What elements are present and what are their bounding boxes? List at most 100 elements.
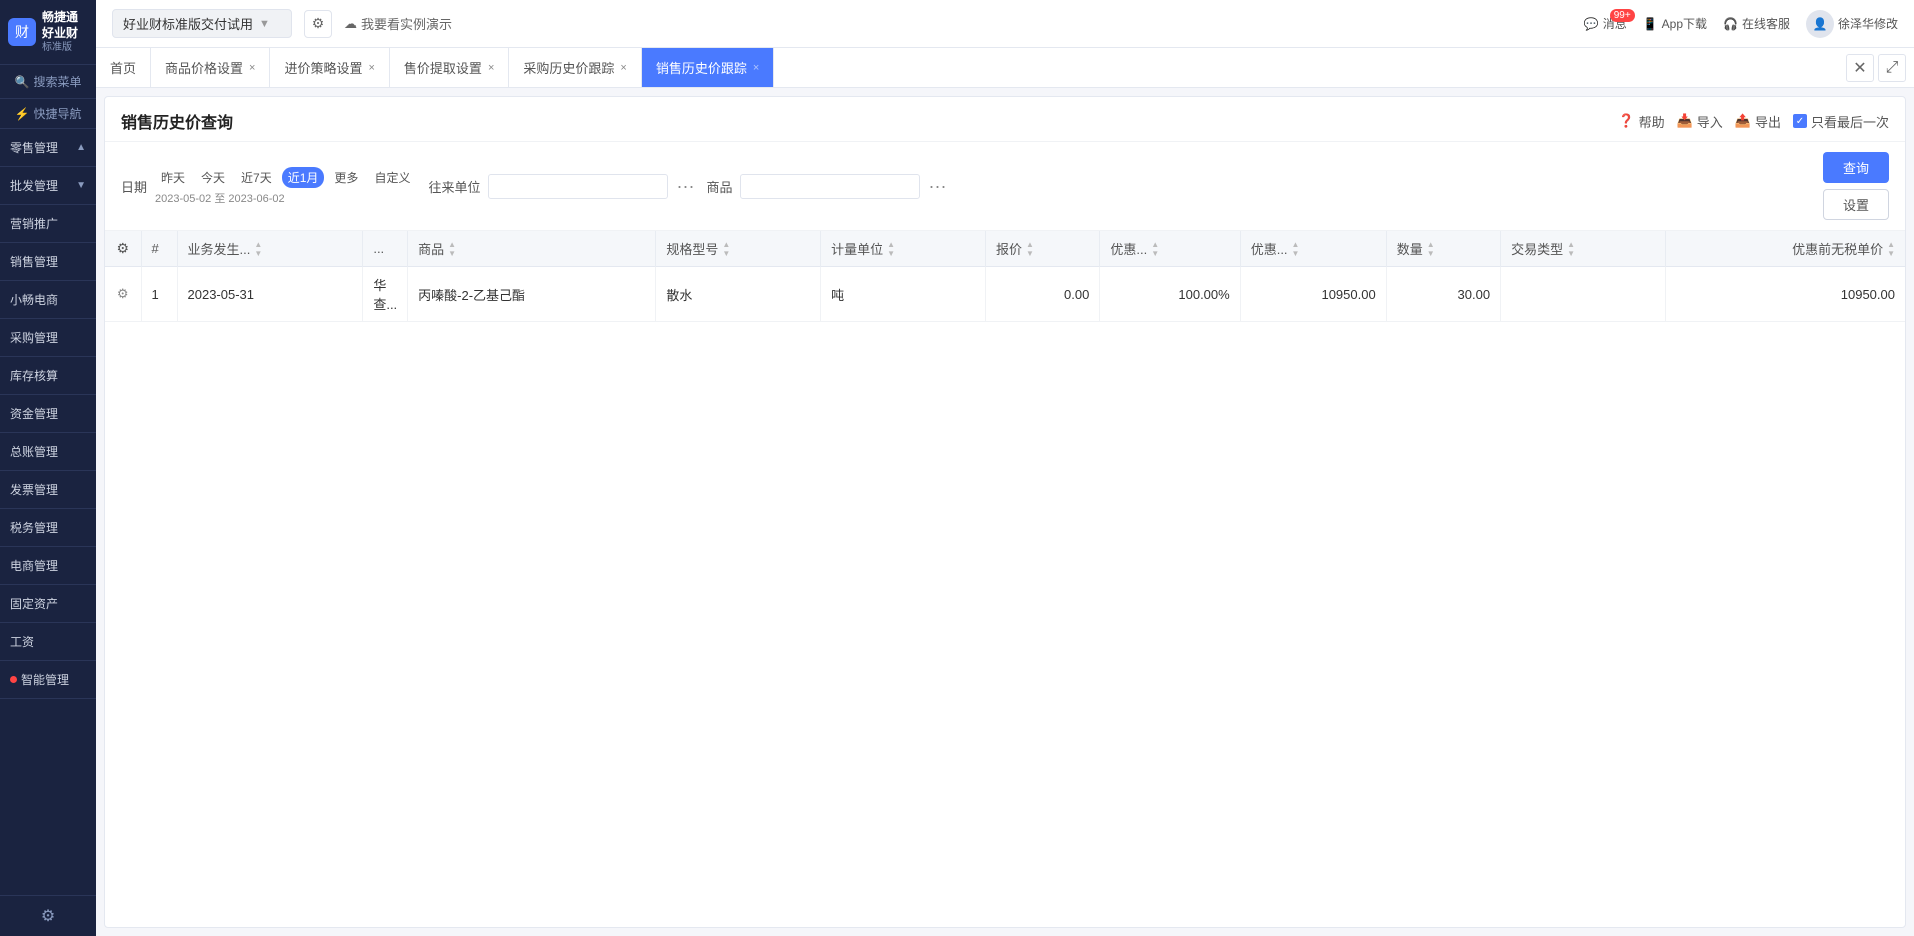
sidebar-item-sales-label: 销售管理 — [10, 253, 58, 270]
sort-icon-trade-type[interactable]: ▲▼ — [1567, 240, 1575, 258]
th-settings[interactable]: ⚙ — [105, 231, 141, 267]
source-unit-input[interactable] — [488, 174, 668, 199]
product-input[interactable] — [740, 174, 920, 199]
th-discount-pct[interactable]: 优惠... ▲▼ — [1100, 231, 1240, 267]
sidebar-item-ecommerce[interactable]: 电商管理 — [0, 547, 96, 585]
online-service-icon: 🎧 — [1723, 17, 1738, 31]
th-price[interactable]: 报价 ▲▼ — [985, 231, 1099, 267]
table-row[interactable]: ⚙ 1 2023-05-31 华查... 丙嗪酸-2-乙基己酯 散水 吨 0.0… — [105, 267, 1905, 322]
sidebar-search[interactable]: 🔍 搜索菜单 — [0, 65, 96, 99]
sidebar-item-sales[interactable]: 销售管理 — [0, 243, 96, 281]
row-gear-icon[interactable]: ⚙ — [117, 286, 129, 301]
sidebar-item-capital[interactable]: 资金管理 — [0, 395, 96, 433]
th-trade-type[interactable]: 交易类型 ▲▼ — [1501, 231, 1666, 267]
app-download-btn[interactable]: 📱 App下载 — [1643, 15, 1707, 32]
retail-arrow-icon: ▲ — [76, 142, 86, 153]
sidebar-item-ledger[interactable]: 总账管理 — [0, 433, 96, 471]
th-qty[interactable]: 数量 ▲▼ — [1386, 231, 1500, 267]
sidebar-item-xiaochangec[interactable]: 小畅电商 — [0, 281, 96, 319]
sidebar-item-retail[interactable]: 零售管理 ▲ — [0, 129, 96, 167]
sidebar-quicknav[interactable]: ⚡ 快捷导航 — [0, 99, 96, 129]
user-profile-btn[interactable]: 👤 徐泽华修改 — [1806, 10, 1898, 38]
filter-actions: 查询 设置 — [1823, 152, 1889, 220]
messages-btn[interactable]: 💬 消息 99+ — [1584, 15, 1627, 32]
date-btn-custom[interactable]: 自定义 — [368, 167, 416, 188]
tab-price-setting[interactable]: 商品价格设置 × — [151, 48, 270, 88]
th-spec[interactable]: 规格型号 ▲▼ — [656, 231, 821, 267]
sort-icon-discount-pct[interactable]: ▲▼ — [1151, 240, 1159, 258]
tab-price-setting-close[interactable]: × — [249, 62, 255, 74]
th-discount-val[interactable]: 优惠... ▲▼ — [1240, 231, 1386, 267]
th-discount-pct-label: 优惠... — [1110, 239, 1147, 258]
sidebar-item-inventory[interactable]: 库存核算 — [0, 357, 96, 395]
tab-sales-history[interactable]: 销售历史价跟踪 × — [642, 48, 774, 88]
sort-icon-discount-val[interactable]: ▲▼ — [1292, 240, 1300, 258]
date-btn-7days[interactable]: 近7天 — [235, 167, 278, 188]
th-more[interactable]: ... — [363, 231, 408, 267]
sidebar-item-marketing-label: 营销推广 — [10, 215, 58, 232]
sort-icon-unit[interactable]: ▲▼ — [887, 240, 895, 258]
help-btn[interactable]: ❓ 帮助 — [1618, 112, 1664, 131]
product-more-btn[interactable]: ··· — [928, 177, 946, 195]
th-biz-date[interactable]: 业务发生... ▲▼ — [177, 231, 363, 267]
tab-close-btn[interactable]: ✕ — [1846, 54, 1874, 82]
demo-link[interactable]: ☁ 我要看实例演示 — [344, 14, 452, 33]
row-more: 华查... — [363, 267, 408, 322]
online-service-btn[interactable]: 🎧 在线客服 — [1723, 15, 1790, 32]
sidebar-item-purchase[interactable]: 采购管理 — [0, 319, 96, 357]
tab-maximize-btn[interactable]: ⤢ — [1878, 54, 1906, 82]
th-product[interactable]: 商品 ▲▼ — [408, 231, 656, 267]
tab-purchase-strategy[interactable]: 进价策略设置 × — [270, 48, 389, 88]
tab-purchase-history-close[interactable]: × — [620, 62, 626, 74]
product-filter-label: 商品 — [706, 177, 732, 196]
sidebar-item-wholesale[interactable]: 批发管理 ▼ — [0, 167, 96, 205]
sort-icon-biz-date[interactable]: ▲▼ — [254, 240, 262, 258]
tab-price-extract[interactable]: 售价提取设置 × — [390, 48, 509, 88]
date-btn-more[interactable]: 更多 — [328, 167, 364, 188]
settings-btn[interactable]: 设置 — [1823, 189, 1889, 220]
date-filter-label: 日期 — [121, 177, 147, 196]
content-header-actions: ❓ 帮助 📥 导入 📤 导出 ✓ 只看最后一次 — [1618, 112, 1889, 131]
messages-icon: 💬 — [1584, 17, 1599, 31]
sidebar-item-tax[interactable]: 税务管理 — [0, 509, 96, 547]
sort-icon-product[interactable]: ▲▼ — [448, 240, 456, 258]
tab-purchase-strategy-close[interactable]: × — [368, 62, 374, 74]
sidebar-item-marketing[interactable]: 营销推广 — [0, 205, 96, 243]
tab-home[interactable]: 首页 — [96, 48, 151, 88]
import-btn[interactable]: 📥 导入 — [1677, 112, 1723, 131]
date-btn-yesterday[interactable]: 昨天 — [155, 167, 191, 188]
th-pretax-price[interactable]: 优惠前无税单价 ▲▼ — [1665, 231, 1905, 267]
row-index: 1 — [141, 267, 177, 322]
logo-icon: 财 — [8, 18, 36, 46]
source-unit-more-btn[interactable]: ··· — [676, 177, 694, 195]
date-btn-1month[interactable]: 近1月 — [282, 167, 325, 188]
last-only-checkbox[interactable]: ✓ 只看最后一次 — [1793, 112, 1889, 131]
module-selector[interactable]: 好业财标准版交付试用 ▼ — [112, 9, 292, 38]
date-btn-today[interactable]: 今天 — [195, 167, 231, 188]
sort-icon-qty[interactable]: ▲▼ — [1427, 240, 1435, 258]
sidebar-menu: 零售管理 ▲ 批发管理 ▼ 营销推广 销售管理 小畅电商 采购管理 库存核算 资… — [0, 129, 96, 699]
sidebar-item-purchase-label: 采购管理 — [10, 329, 58, 346]
sort-icon-price[interactable]: ▲▼ — [1026, 240, 1034, 258]
sidebar-item-smart[interactable]: 智能管理 — [0, 661, 96, 699]
topbar-right: 💬 消息 99+ 📱 App下载 🎧 在线客服 👤 徐泽华修改 — [1584, 10, 1898, 38]
tab-price-extract-close[interactable]: × — [488, 62, 494, 74]
search-btn[interactable]: 查询 — [1823, 152, 1889, 183]
sidebar-item-fixedasset[interactable]: 固定资产 — [0, 585, 96, 623]
export-btn[interactable]: 📤 导出 — [1735, 112, 1781, 131]
sidebar-settings-btn[interactable]: ⚙ — [0, 895, 96, 936]
table-settings-icon[interactable]: ⚙ — [116, 240, 129, 256]
topbar-settings-btn[interactable]: ⚙ — [304, 10, 332, 38]
sort-icon-spec[interactable]: ▲▼ — [722, 240, 730, 258]
tab-sales-history-close[interactable]: × — [753, 62, 759, 74]
row-settings-cell[interactable]: ⚙ — [105, 267, 141, 322]
sort-icon-pretax-price[interactable]: ▲▼ — [1887, 240, 1895, 258]
sidebar-item-salary[interactable]: 工资 — [0, 623, 96, 661]
th-index: # — [141, 231, 177, 267]
help-label: 帮助 — [1639, 112, 1665, 131]
sidebar-item-capital-label: 资金管理 — [10, 405, 58, 422]
content-header: 销售历史价查询 ❓ 帮助 📥 导入 📤 导出 ✓ 只看最后一次 — [105, 97, 1905, 142]
th-unit[interactable]: 计量单位 ▲▼ — [821, 231, 986, 267]
sidebar-item-invoice[interactable]: 发票管理 — [0, 471, 96, 509]
tab-purchase-history[interactable]: 采购历史价跟踪 × — [509, 48, 641, 88]
